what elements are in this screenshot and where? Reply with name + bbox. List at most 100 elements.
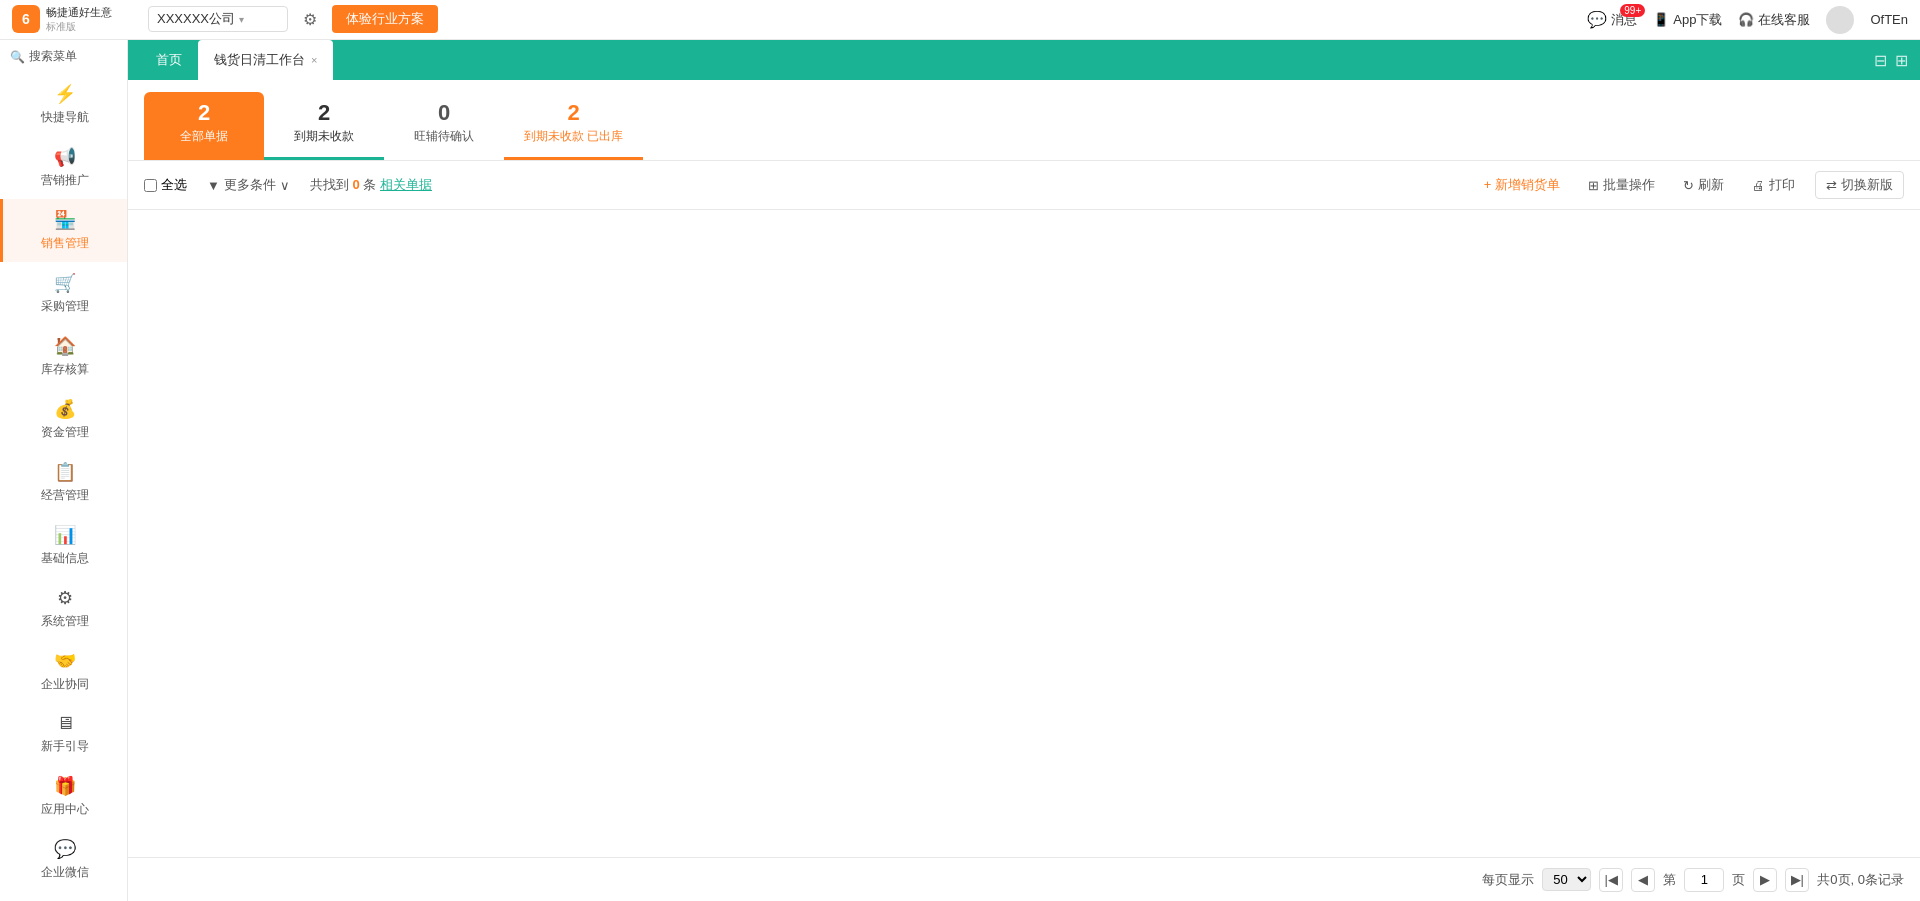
app-center-icon: 🎁 xyxy=(54,775,76,797)
sales-icon: 🏪 xyxy=(54,209,76,231)
sidebar-item-label: 系统管理 xyxy=(41,613,89,630)
more-filter-button[interactable]: ▼ 更多条件 ∨ xyxy=(199,172,298,198)
main-layout: 🔍 搜索菜单 ⚡ 快捷导航 📢 营销推广 🏪 销售管理 🛒 采购管理 🏠 库存核… xyxy=(0,40,1920,901)
toolbar-left: 全选 ▼ 更多条件 ∨ 共找到 0 条 相关单据 xyxy=(144,172,432,198)
sidebar-item-label: 经营管理 xyxy=(41,487,89,504)
filter-icon: ▼ xyxy=(207,178,220,193)
sidebar-item-member[interactable]: ♦ 畅会员 xyxy=(0,891,127,901)
result-prefix: 共找到 xyxy=(310,177,349,192)
per-page-label: 每页显示 xyxy=(1482,871,1534,889)
switch-icon: ⇄ xyxy=(1826,178,1837,193)
top-bar: 6 畅捷通好生意 标准版 XXXXXX公司 ▾ ⚙ 体验行业方案 💬 消息 99… xyxy=(0,0,1920,40)
select-all-checkbox[interactable]: 全选 xyxy=(144,176,187,194)
sidebar-item-capital[interactable]: 💰 资金管理 xyxy=(0,388,127,451)
sidebar-item-marketing[interactable]: 📢 营销推广 xyxy=(0,136,127,199)
related-link[interactable]: 相关单据 xyxy=(380,177,432,192)
tab-controls: ⊟ ⊞ xyxy=(1874,51,1908,70)
tab-work-bench[interactable]: 钱货日清工作台 × xyxy=(198,40,333,80)
new-version-button[interactable]: ⇄ 切换新版 xyxy=(1815,171,1904,199)
notification-button[interactable]: 💬 消息 99+ xyxy=(1587,10,1637,29)
sidebar-item-purchase[interactable]: 🛒 采购管理 xyxy=(0,262,127,325)
page-label-end: 页 xyxy=(1732,871,1745,889)
refresh-label: 刷新 xyxy=(1698,176,1724,194)
logo-text: 畅捷通好生意 xyxy=(46,5,112,19)
message-icon: 💬 xyxy=(1587,10,1607,29)
tab-work-bench-label: 钱货日清工作台 xyxy=(214,51,305,69)
batch-icon: ⊞ xyxy=(1588,178,1599,193)
table-area xyxy=(128,210,1920,857)
stat-due-num: 2 xyxy=(284,100,364,126)
next-page-button[interactable]: ▶ xyxy=(1753,868,1777,892)
last-page-button[interactable]: ▶| xyxy=(1785,868,1809,892)
sidebar-item-basic-info[interactable]: 📊 基础信息 xyxy=(0,514,127,577)
chevron-down-icon: ▾ xyxy=(239,14,244,25)
sidebar-item-label: 快捷导航 xyxy=(41,109,89,126)
online-service-label: 在线客服 xyxy=(1758,11,1810,29)
purchase-icon: 🛒 xyxy=(54,272,76,294)
sidebar-item-label: 基础信息 xyxy=(41,550,89,567)
sidebar-item-sales[interactable]: 🏪 销售管理 xyxy=(0,199,127,262)
search-icon: 🔍 xyxy=(10,50,25,64)
tab-minimize-icon[interactable]: ⊟ xyxy=(1874,51,1887,70)
stat-tab-due[interactable]: 2 到期未收款 xyxy=(264,92,384,160)
add-order-label: + 新增销货单 xyxy=(1484,176,1560,194)
tab-home[interactable]: 首页 xyxy=(140,40,198,80)
sidebar-item-label: 库存核算 xyxy=(41,361,89,378)
cooperation-icon: 🤝 xyxy=(54,650,76,672)
logo-text-area: 畅捷通好生意 标准版 xyxy=(46,5,112,33)
content-area: 2 全部单据 2 到期未收款 0 旺辅待确认 2 到期未收款 已出库 xyxy=(128,80,1920,901)
top-bar-right: 💬 消息 99+ 📱 App下载 🎧 在线客服 OfTEn xyxy=(1587,6,1908,34)
sidebar-item-label: 销售管理 xyxy=(41,235,89,252)
sidebar-search-label: 搜索菜单 xyxy=(29,48,77,65)
print-label: 打印 xyxy=(1769,176,1795,194)
quick-nav-icon: ⚡ xyxy=(54,83,76,105)
sidebar: 🔍 搜索菜单 ⚡ 快捷导航 📢 营销推广 🏪 销售管理 🛒 采购管理 🏠 库存核… xyxy=(0,40,128,901)
toolbar: 全选 ▼ 更多条件 ∨ 共找到 0 条 相关单据 xyxy=(128,161,1920,210)
page-number-input[interactable] xyxy=(1684,868,1724,892)
company-selector[interactable]: XXXXXX公司 ▾ xyxy=(148,6,288,32)
app-download-button[interactable]: 📱 App下载 xyxy=(1653,11,1722,29)
settings-button[interactable]: ⚙ xyxy=(296,5,324,33)
stat-all-num: 2 xyxy=(164,100,244,126)
sidebar-item-guide[interactable]: 🖥 新手引导 xyxy=(0,703,127,765)
app-download-label: App下载 xyxy=(1673,11,1722,29)
result-count: 0 xyxy=(353,177,360,192)
refresh-button[interactable]: ↻ 刷新 xyxy=(1675,172,1732,198)
stat-unshipped-label: 到期未收款 已出库 xyxy=(524,128,623,145)
sidebar-item-inventory[interactable]: 🏠 库存核算 xyxy=(0,325,127,388)
trial-button[interactable]: 体验行业方案 xyxy=(332,5,438,33)
batch-operation-button[interactable]: ⊞ 批量操作 xyxy=(1580,172,1663,198)
sidebar-item-label: 采购管理 xyxy=(41,298,89,315)
sidebar-search[interactable]: 🔍 搜索菜单 xyxy=(0,40,127,73)
sidebar-item-cooperation[interactable]: 🤝 企业协同 xyxy=(0,640,127,703)
system-icon: ⚙ xyxy=(57,587,73,609)
logo-area: 6 畅捷通好生意 标准版 xyxy=(12,5,140,33)
stat-all-label: 全部单据 xyxy=(164,128,244,145)
per-page-select[interactable]: 50 xyxy=(1542,868,1591,891)
avatar[interactable] xyxy=(1826,6,1854,34)
tab-close-icon[interactable]: × xyxy=(311,54,317,66)
new-version-label: 切换新版 xyxy=(1841,176,1893,194)
sidebar-item-label: 企业协同 xyxy=(41,676,89,693)
select-all-input[interactable] xyxy=(144,179,157,192)
filter-label: 更多条件 xyxy=(224,176,276,194)
sidebar-item-quick-nav[interactable]: ⚡ 快捷导航 xyxy=(0,73,127,136)
stat-tab-all[interactable]: 2 全部单据 xyxy=(144,92,264,160)
add-order-button[interactable]: + 新增销货单 xyxy=(1476,172,1568,198)
user-name: OfTEn xyxy=(1870,12,1908,27)
sidebar-item-management[interactable]: 📋 经营管理 xyxy=(0,451,127,514)
stat-tab-wangdai[interactable]: 0 旺辅待确认 xyxy=(384,92,504,160)
management-icon: 📋 xyxy=(54,461,76,483)
stat-unshipped-num: 2 xyxy=(524,100,623,126)
sidebar-item-system[interactable]: ⚙ 系统管理 xyxy=(0,577,127,640)
tab-maximize-icon[interactable]: ⊞ xyxy=(1895,51,1908,70)
sidebar-item-label: 企业微信 xyxy=(41,864,89,881)
sidebar-item-wechat[interactable]: 💬 企业微信 xyxy=(0,828,127,891)
first-page-button[interactable]: |◀ xyxy=(1599,868,1623,892)
stat-tab-unshipped[interactable]: 2 到期未收款 已出库 xyxy=(504,92,643,160)
company-name: XXXXXX公司 xyxy=(157,10,235,28)
prev-page-button[interactable]: ◀ xyxy=(1631,868,1655,892)
print-button[interactable]: 🖨 打印 xyxy=(1744,172,1803,198)
online-service-button[interactable]: 🎧 在线客服 xyxy=(1738,11,1810,29)
sidebar-item-app-center[interactable]: 🎁 应用中心 xyxy=(0,765,127,828)
